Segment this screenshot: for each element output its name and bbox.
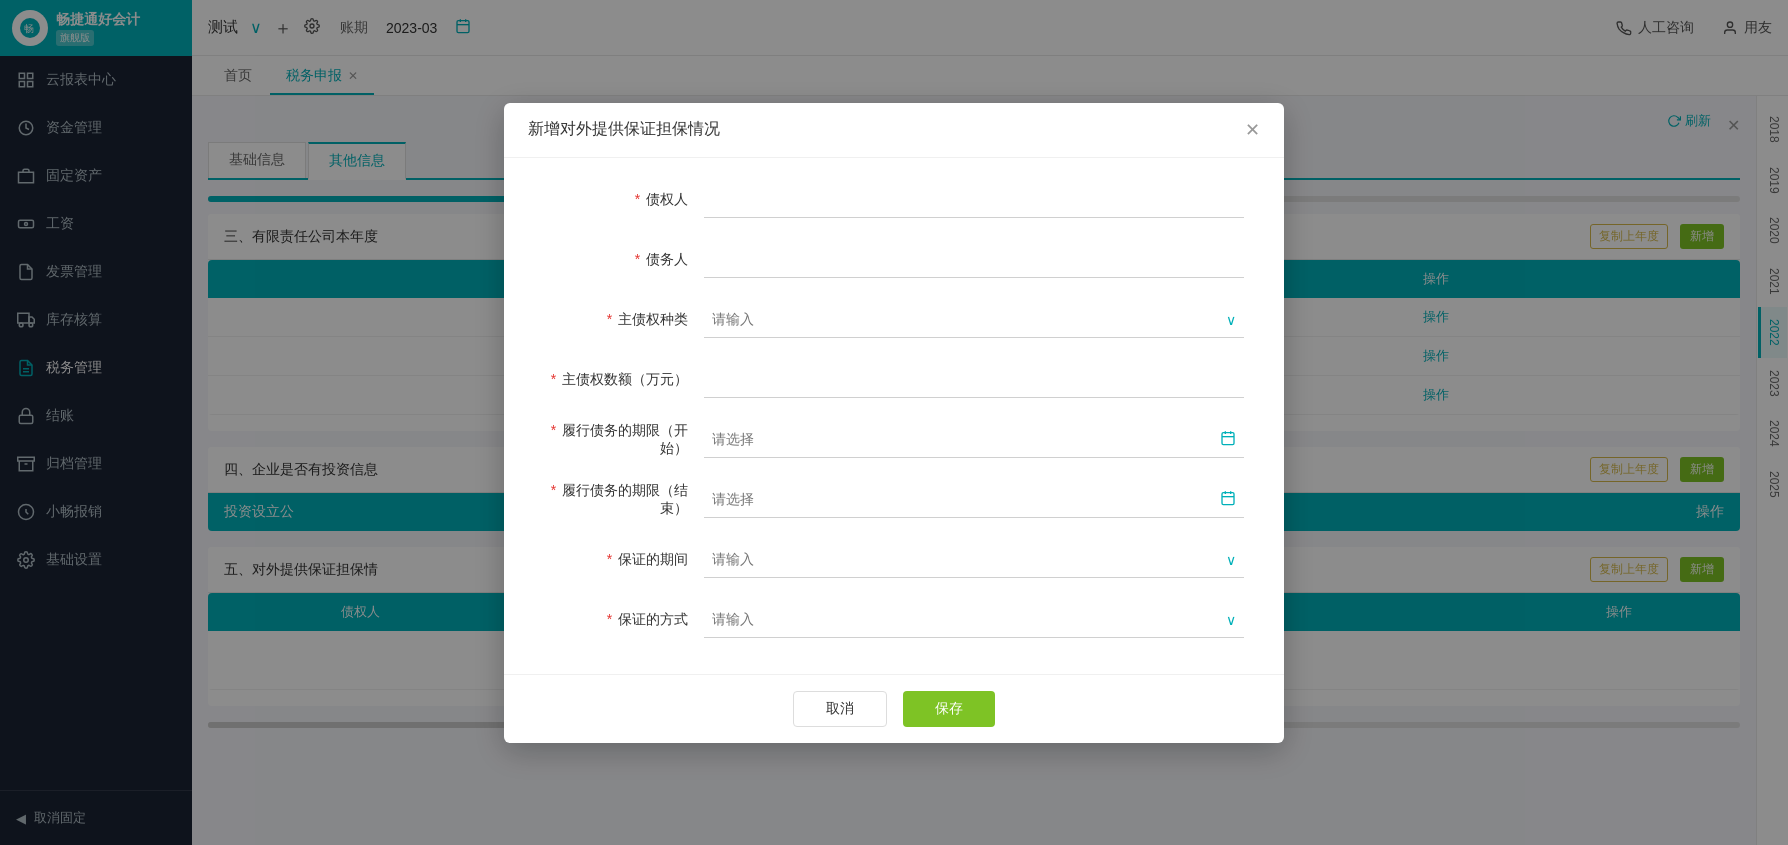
select-guarantee-period-wrap: ∨ <box>704 542 1244 578</box>
required-star-claim-amount: * <box>551 371 556 387</box>
required-star-claim-type: * <box>607 311 612 327</box>
svg-rect-30 <box>1222 493 1234 505</box>
form-row-creditor: * 债权人 <box>544 182 1244 218</box>
form-row-guarantee-period: * 保证的期间 ∨ <box>544 542 1244 578</box>
svg-rect-26 <box>1222 433 1234 445</box>
form-row-claim-amount: * 主债权数额（万元） <box>544 362 1244 398</box>
label-start-date: * 履行债务的期限（开始） <box>544 422 704 458</box>
select-claim-type-wrap: ∨ <box>704 302 1244 338</box>
required-star-debtor: * <box>635 251 640 267</box>
input-debtor[interactable] <box>704 242 1244 278</box>
save-button[interactable]: 保存 <box>903 691 995 727</box>
form-row-guarantee-method: * 保证的方式 ∨ <box>544 602 1244 638</box>
label-creditor: * 债权人 <box>544 191 704 209</box>
calendar-end-icon[interactable] <box>1220 490 1236 509</box>
modal-dialog: 新增对外提供保证担保情况 ✕ * 债权人 * 债务人 <box>504 103 1284 743</box>
form-row-debtor: * 债务人 <box>544 242 1244 278</box>
input-end-date[interactable] <box>704 482 1244 518</box>
modal-header: 新增对外提供保证担保情况 ✕ <box>504 103 1284 158</box>
label-guarantee-method: * 保证的方式 <box>544 611 704 629</box>
label-end-date: * 履行债务的期限（结束） <box>544 482 704 518</box>
label-guarantee-period: * 保证的期间 <box>544 551 704 569</box>
required-star-guarantee-method: * <box>607 611 612 627</box>
modal-footer: 取消 保存 <box>504 674 1284 743</box>
select-claim-type[interactable] <box>704 302 1244 338</box>
date-end-wrap <box>704 482 1244 518</box>
input-start-date[interactable] <box>704 422 1244 458</box>
select-guarantee-method-wrap: ∨ <box>704 602 1244 638</box>
required-star-end-date: * <box>551 482 556 498</box>
select-guarantee-period[interactable] <box>704 542 1244 578</box>
modal-body: * 债权人 * 债务人 * 主债权种类 <box>504 158 1284 674</box>
input-claim-amount[interactable] <box>704 362 1244 398</box>
modal-close-button[interactable]: ✕ <box>1245 119 1260 141</box>
required-star-guarantee-period: * <box>607 551 612 567</box>
date-start-wrap <box>704 422 1244 458</box>
label-claim-amount: * 主债权数额（万元） <box>544 371 704 389</box>
form-row-start-date: * 履行债务的期限（开始） <box>544 422 1244 458</box>
cancel-button[interactable]: 取消 <box>793 691 887 727</box>
required-star-creditor: * <box>635 191 640 207</box>
label-claim-type: * 主债权种类 <box>544 311 704 329</box>
required-star-start-date: * <box>551 422 556 438</box>
label-debtor: * 债务人 <box>544 251 704 269</box>
form-row-end-date: * 履行债务的期限（结束） <box>544 482 1244 518</box>
calendar-start-icon[interactable] <box>1220 430 1236 449</box>
input-creditor[interactable] <box>704 182 1244 218</box>
modal-overlay[interactable]: 新增对外提供保证担保情况 ✕ * 债权人 * 债务人 <box>0 0 1788 845</box>
modal-title: 新增对外提供保证担保情况 <box>528 119 720 140</box>
select-guarantee-method[interactable] <box>704 602 1244 638</box>
form-row-claim-type: * 主债权种类 ∨ <box>544 302 1244 338</box>
